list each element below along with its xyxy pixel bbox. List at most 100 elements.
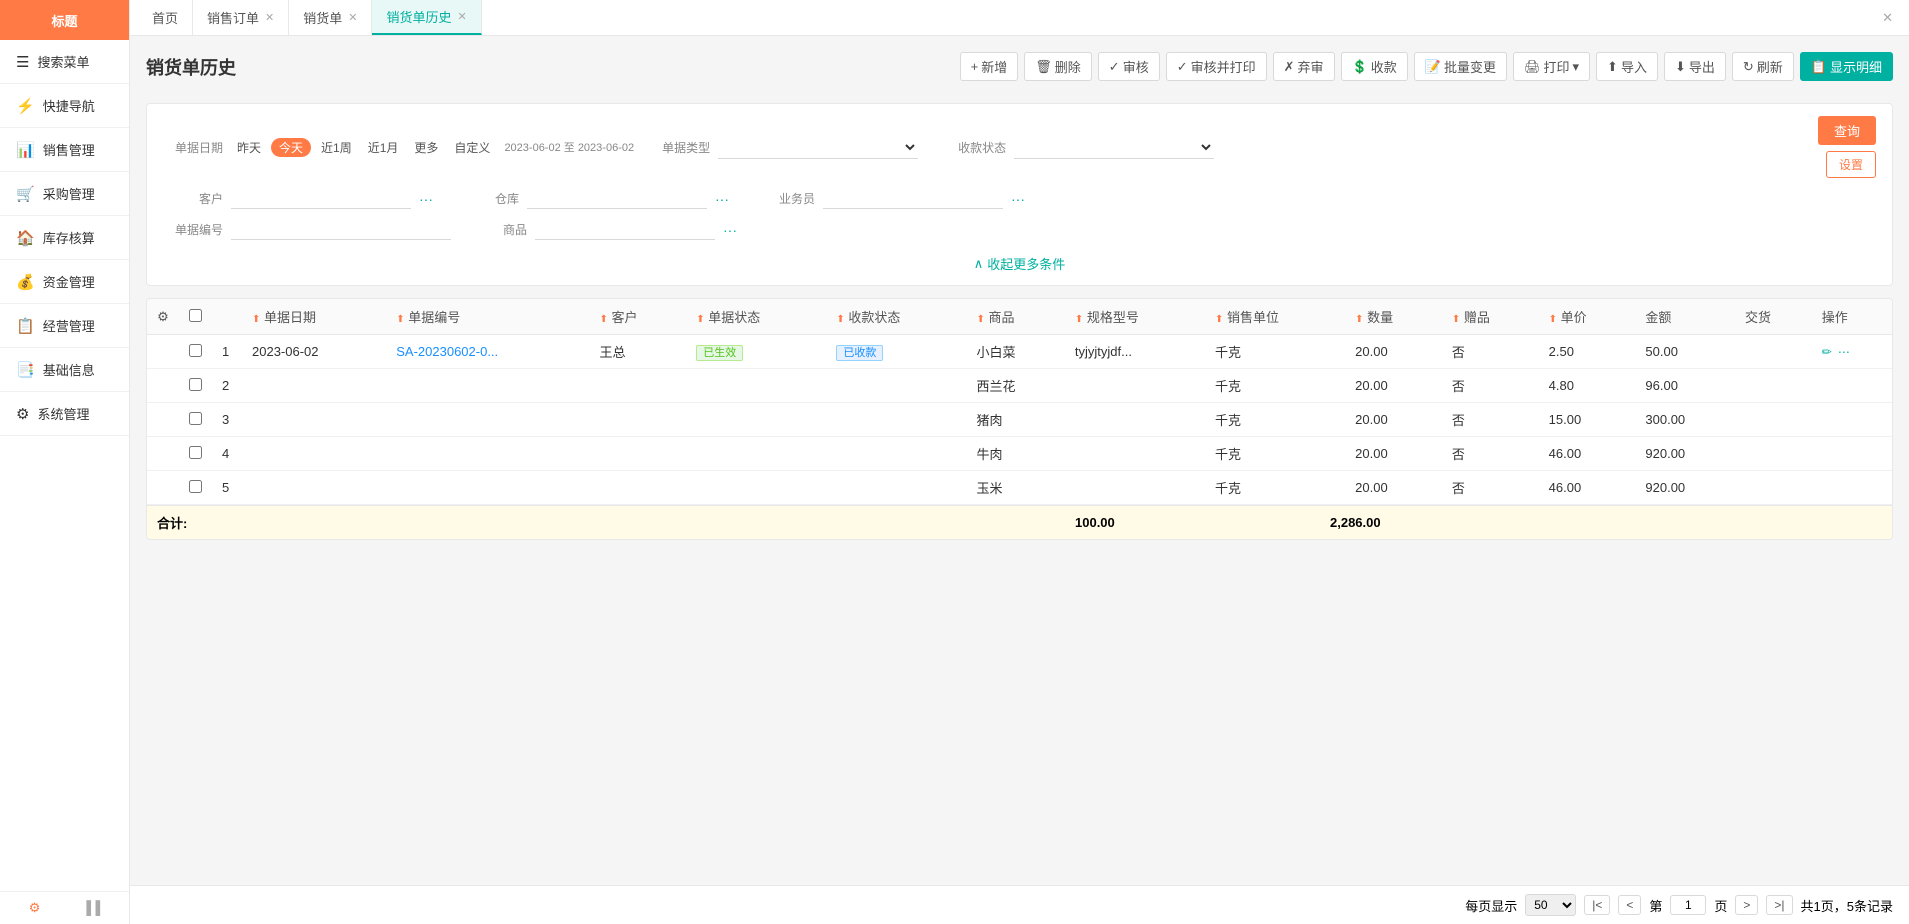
- goods-dots[interactable]: ···: [723, 222, 737, 238]
- tab-sales-goods-close[interactable]: ✕: [348, 11, 357, 24]
- sidebar-bottom-icon-left[interactable]: ⚙: [29, 900, 41, 916]
- th-doc-no[interactable]: ⬆ 单据编号: [386, 299, 589, 335]
- date-today[interactable]: 今天: [271, 138, 311, 157]
- row-checkbox[interactable]: [189, 480, 202, 493]
- select-all-checkbox[interactable]: [189, 309, 202, 322]
- th-price[interactable]: ⬆ 单价: [1539, 299, 1636, 335]
- cell-checkbox[interactable]: [179, 403, 212, 437]
- tab-close-all-button[interactable]: ✕: [1874, 10, 1901, 26]
- staff-dots[interactable]: ···: [1011, 191, 1025, 207]
- sidebar-item-finance-mgmt[interactable]: 💰 资金管理: [0, 260, 129, 304]
- cell-settings: [147, 437, 179, 471]
- sidebar-item-basic-info[interactable]: 📑 基础信息: [0, 348, 129, 392]
- filter-row-3: 单据编号 商品 ···: [163, 219, 1876, 240]
- edit-action[interactable]: ✏: [1822, 345, 1832, 359]
- cell-amount: 920.00: [1635, 471, 1735, 505]
- date-custom[interactable]: 自定义: [448, 138, 496, 157]
- cell-unit: 千克: [1205, 471, 1345, 505]
- th-goods[interactable]: ⬆ 商品: [967, 299, 1065, 335]
- docno-input[interactable]: [231, 219, 451, 240]
- more-action[interactable]: ⋯: [1838, 345, 1850, 359]
- gift-sort-icon: ⬆: [1452, 314, 1460, 325]
- refresh-button[interactable]: ↻ 刷新: [1732, 52, 1794, 81]
- date-last30[interactable]: 近1月: [362, 138, 405, 157]
- tab-sales-order-label: 销售订单: [207, 8, 259, 27]
- row-checkbox[interactable]: [189, 446, 202, 459]
- new-button[interactable]: + 新增: [960, 52, 1019, 81]
- tab-home[interactable]: 首页: [138, 0, 193, 35]
- import-button[interactable]: ⬆ 导入: [1596, 52, 1658, 81]
- show-detail-button[interactable]: 📋 显示明细: [1800, 52, 1893, 81]
- th-collect-status[interactable]: ⬆ 收款状态: [826, 299, 966, 335]
- th-settings[interactable]: ⚙: [147, 299, 179, 335]
- cell-spec: [1065, 437, 1205, 471]
- th-unit[interactable]: ⬆ 销售单位: [1205, 299, 1345, 335]
- audit-print-button[interactable]: ✓ 审核并打印: [1166, 52, 1267, 81]
- th-doc-status[interactable]: ⬆ 单据状态: [686, 299, 826, 335]
- sidebar-item-label: 快捷导航: [43, 96, 95, 115]
- cell-price: 15.00: [1539, 403, 1636, 437]
- date-last7[interactable]: 近1周: [315, 138, 358, 157]
- filter-settings-button[interactable]: 设置: [1826, 151, 1876, 178]
- sidebar-item-inventory-calc[interactable]: 🏠 库存核算: [0, 216, 129, 260]
- staff-input[interactable]: [823, 188, 1003, 209]
- basic-info-icon: 📑: [16, 361, 35, 379]
- cell-price: 46.00: [1539, 437, 1636, 471]
- page-number-input[interactable]: [1670, 895, 1706, 915]
- warehouse-input[interactable]: [527, 188, 707, 209]
- last-page-button[interactable]: >|: [1766, 895, 1792, 915]
- th-gift[interactable]: ⬆ 赠品: [1442, 299, 1539, 335]
- sidebar-item-sys-mgmt[interactable]: ⚙ 系统管理: [0, 392, 129, 436]
- warehouse-dots[interactable]: ···: [715, 191, 729, 207]
- cell-doc-status: [686, 437, 826, 471]
- collect-button[interactable]: 💲 收款: [1341, 52, 1408, 81]
- th-doc-date[interactable]: ⬆ 单据日期: [242, 299, 386, 335]
- delete-button[interactable]: 🗑 删除: [1024, 52, 1092, 81]
- sidebar-item-label: 经营管理: [43, 316, 95, 335]
- tab-sales-order[interactable]: 销售订单 ✕: [193, 0, 289, 35]
- first-page-button[interactable]: |<: [1584, 895, 1610, 915]
- tab-sales-history[interactable]: 销货单历史 ✕: [372, 0, 481, 35]
- cell-qty: 20.00: [1345, 471, 1442, 505]
- tab-sales-history-close[interactable]: ✕: [458, 10, 467, 23]
- cell-checkbox[interactable]: [179, 369, 212, 403]
- print-button[interactable]: 🖨 打印 ▾: [1513, 52, 1590, 81]
- collect-status-select[interactable]: [1014, 136, 1214, 159]
- tab-sales-order-close[interactable]: ✕: [265, 11, 274, 24]
- sidebar-item-ops-mgmt[interactable]: 📋 经营管理: [0, 304, 129, 348]
- th-customer[interactable]: ⬆ 客户: [590, 299, 687, 335]
- warehouse-filter-item: 仓库 ···: [459, 188, 739, 209]
- abandon-button[interactable]: ✗ 弃审: [1273, 52, 1335, 81]
- th-qty[interactable]: ⬆ 数量: [1345, 299, 1442, 335]
- cell-checkbox[interactable]: [179, 437, 212, 471]
- cell-checkbox[interactable]: [179, 471, 212, 505]
- prev-page-button[interactable]: <: [1618, 895, 1641, 915]
- row-checkbox[interactable]: [189, 344, 202, 357]
- audit-button[interactable]: ✓ 审核: [1098, 52, 1160, 81]
- sidebar-bottom-icon-right[interactable]: ▐▐: [82, 900, 100, 916]
- customer-input[interactable]: [231, 188, 411, 209]
- page-size-select[interactable]: 50 100: [1525, 894, 1576, 916]
- customer-dots[interactable]: ···: [419, 191, 433, 207]
- export-button[interactable]: ⬇ 导出: [1664, 52, 1726, 81]
- page-label-suffix: 页: [1714, 896, 1727, 915]
- sidebar-item-purchase-mgmt[interactable]: 🛒 采购管理: [0, 172, 129, 216]
- batch-change-button[interactable]: 📝 批量变更: [1414, 52, 1507, 81]
- goods-input[interactable]: [535, 219, 715, 240]
- query-button[interactable]: 查询: [1818, 116, 1876, 145]
- sidebar-item-quick-nav[interactable]: ⚡ 快捷导航: [0, 84, 129, 128]
- tab-sales-goods[interactable]: 销货单 ✕: [289, 0, 372, 35]
- cell-checkbox[interactable]: [179, 335, 212, 369]
- row-checkbox[interactable]: [189, 412, 202, 425]
- date-yesterday[interactable]: 昨天: [231, 138, 267, 157]
- date-more[interactable]: 更多: [408, 138, 444, 157]
- doc-type-select[interactable]: [718, 136, 918, 159]
- sidebar-item-sales-mgmt[interactable]: 📊 销售管理: [0, 128, 129, 172]
- next-page-button[interactable]: >: [1735, 895, 1758, 915]
- cell-doc-status: [686, 403, 826, 437]
- row-checkbox[interactable]: [189, 378, 202, 391]
- cell-spec: tyjyjtyjdf...: [1065, 335, 1205, 369]
- th-spec[interactable]: ⬆ 规格型号: [1065, 299, 1205, 335]
- collapse-button[interactable]: ∧ 收起更多条件: [163, 250, 1876, 273]
- sidebar-item-search-menu[interactable]: ☰ 搜索菜单: [0, 40, 129, 84]
